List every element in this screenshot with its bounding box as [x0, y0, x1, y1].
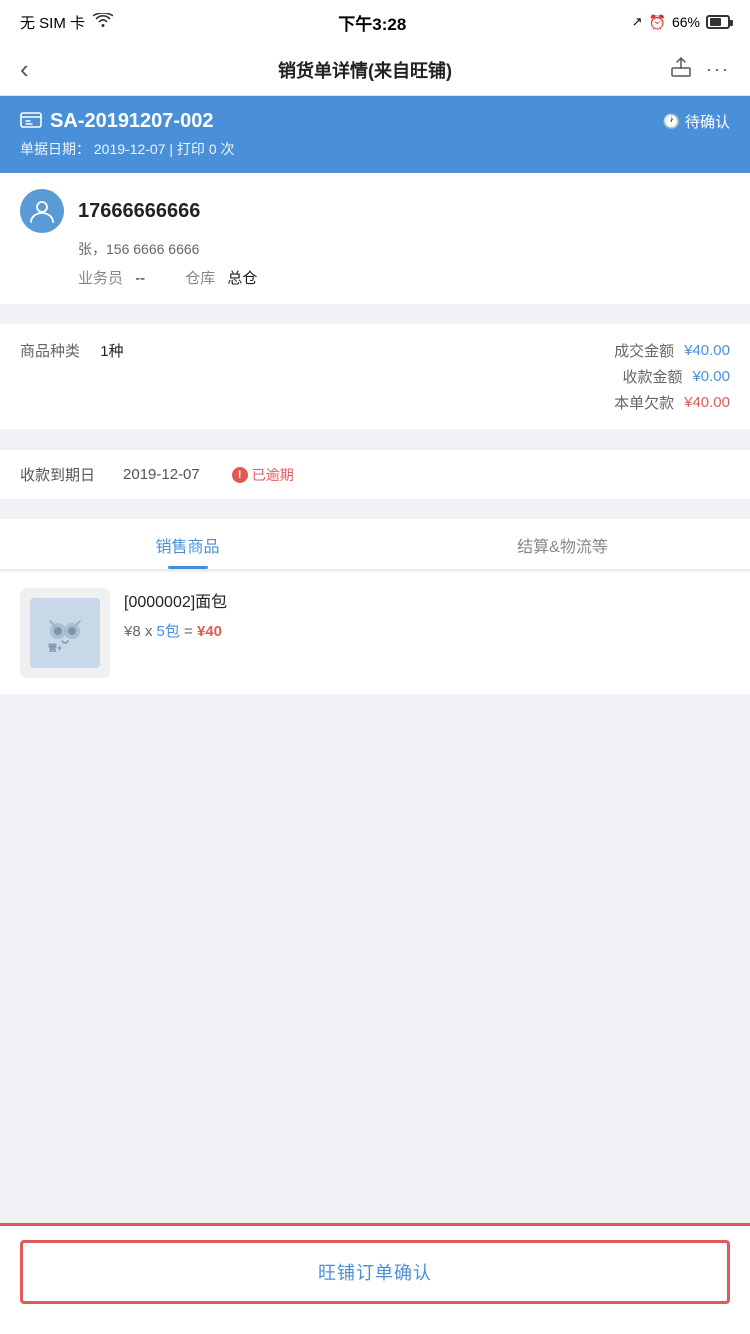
more-button[interactable]: ···: [706, 59, 730, 80]
carrier-label: 无 SIM 卡: [20, 12, 85, 33]
status-time: 下午3:28: [338, 10, 406, 35]
product-thumb-icon: 管+: [30, 598, 100, 668]
amount-value: ¥40.00: [684, 342, 730, 359]
customer-avatar: [20, 189, 64, 233]
overdue-badge: ! 已逾期: [232, 465, 294, 485]
tab-settlement-label: 结算&物流等: [517, 539, 608, 556]
product-price-line: ¥8 x 5包 = ¥40: [124, 620, 730, 641]
export-button[interactable]: [670, 56, 692, 84]
divider-3: [0, 499, 750, 509]
location-icon: ↗: [632, 14, 643, 30]
warehouse-value: 总仓: [227, 270, 257, 287]
svg-text:管+: 管+: [48, 642, 62, 653]
order-date-line: 单据日期： 2019-12-07 | 打印 0 次: [20, 139, 730, 159]
alarm-icon: ⏰: [649, 14, 666, 31]
tab-sales-products[interactable]: 销售商品: [0, 519, 375, 569]
price-separator: =: [180, 623, 197, 640]
due-date-value: 2019-12-07: [123, 466, 200, 483]
clock-icon: 🕐: [663, 113, 680, 130]
owed-row: 本单欠款 ¥40.00: [614, 392, 730, 413]
battery-percent: 66%: [672, 14, 700, 30]
order-id-text: SA-20191207-002: [50, 110, 213, 133]
tab-sales-label: 销售商品: [155, 539, 219, 556]
customer-name: 张，156 6666 6666: [78, 239, 730, 259]
price-total: ¥40: [197, 623, 222, 640]
order-header-card: SA-20191207-002 🕐 待确认 单据日期： 2019-12-07 |…: [0, 96, 750, 173]
order-icon: [20, 110, 42, 133]
status-right: ↗ ⏰ 66%: [632, 14, 730, 31]
product-details: [0000002]面包 ¥8 x 5包 = ¥40: [124, 588, 730, 641]
tabs-section: 销售商品 结算&物流等: [0, 519, 750, 570]
status-bar: 无 SIM 卡 下午3:28 ↗ ⏰ 66%: [0, 0, 750, 44]
product-type-value: 1种: [100, 343, 123, 360]
product-item: 管+ [0000002]面包 ¥8 x 5包 = ¥40: [0, 572, 750, 694]
due-date-section: 收款到期日 2019-12-07 ! 已逾期: [0, 449, 750, 499]
customer-phone: 17666666666: [78, 200, 200, 223]
received-value: ¥0.00: [692, 368, 730, 385]
back-icon: ‹: [20, 54, 29, 85]
sales-meta: 业务员 --: [78, 267, 145, 288]
price-prefix: ¥8 x: [124, 623, 157, 640]
order-id: SA-20191207-002: [20, 110, 213, 133]
received-label: 收款金额: [622, 366, 682, 387]
warehouse-meta: 仓库 总仓: [185, 267, 257, 288]
overdue-dot-icon: !: [232, 467, 248, 483]
received-row: 收款金额 ¥0.00: [622, 366, 730, 387]
order-status-badge: 🕐 待确认: [663, 111, 730, 132]
due-date-label: 收款到期日: [20, 464, 95, 485]
price-qty: 5包: [157, 623, 180, 640]
date-label: 单据日期：: [20, 141, 90, 157]
warehouse-label: 仓库: [185, 270, 215, 287]
sales-value: --: [135, 270, 145, 287]
status-left: 无 SIM 卡: [20, 12, 113, 33]
summary-amounts: 成交金额 ¥40.00 收款金额 ¥0.00 本单欠款 ¥40.00: [614, 340, 730, 413]
nav-bar: ‹ 销货单详情(来自旺铺) ···: [0, 44, 750, 96]
nav-actions: ···: [670, 56, 730, 84]
print-label: | 打印: [169, 141, 205, 157]
summary-section: 商品种类 1种 成交金额 ¥40.00 收款金额 ¥0.00 本单欠款 ¥40.…: [0, 324, 750, 429]
customer-section: 17666666666 张，156 6666 6666 业务员 -- 仓库 总仓: [0, 173, 750, 304]
owed-label: 本单欠款: [614, 392, 674, 413]
sales-label: 业务员: [78, 270, 123, 287]
product-type: 商品种类 1种: [20, 340, 124, 361]
back-button[interactable]: ‹: [20, 54, 60, 85]
product-type-label: 商品种类: [20, 343, 80, 360]
owed-value: ¥40.00: [684, 394, 730, 411]
amount-label: 成交金额: [614, 340, 674, 361]
product-thumbnail: 管+: [20, 588, 110, 678]
wifi-icon: [93, 13, 113, 31]
print-count: 0: [209, 141, 217, 157]
page-title: 销货单详情(来自旺铺): [278, 57, 452, 83]
order-date: 2019-12-07: [94, 141, 166, 157]
confirm-order-button[interactable]: 旺铺订单确认: [20, 1240, 730, 1304]
order-status-text: 待确认: [685, 111, 730, 132]
tab-settlement[interactable]: 结算&物流等: [375, 519, 750, 569]
amount-row: 成交金额 ¥40.00: [614, 340, 730, 361]
customer-meta: 业务员 -- 仓库 总仓: [78, 267, 730, 288]
divider-1: [0, 304, 750, 314]
battery-icon: [706, 15, 730, 29]
divider-2: [0, 429, 750, 439]
bottom-bar: 旺铺订单确认: [0, 1223, 750, 1334]
bottom-spacer: [0, 694, 750, 914]
overdue-text: 已逾期: [252, 465, 294, 485]
product-name: [0000002]面包: [124, 588, 730, 612]
print-suffix: 次: [221, 141, 235, 157]
